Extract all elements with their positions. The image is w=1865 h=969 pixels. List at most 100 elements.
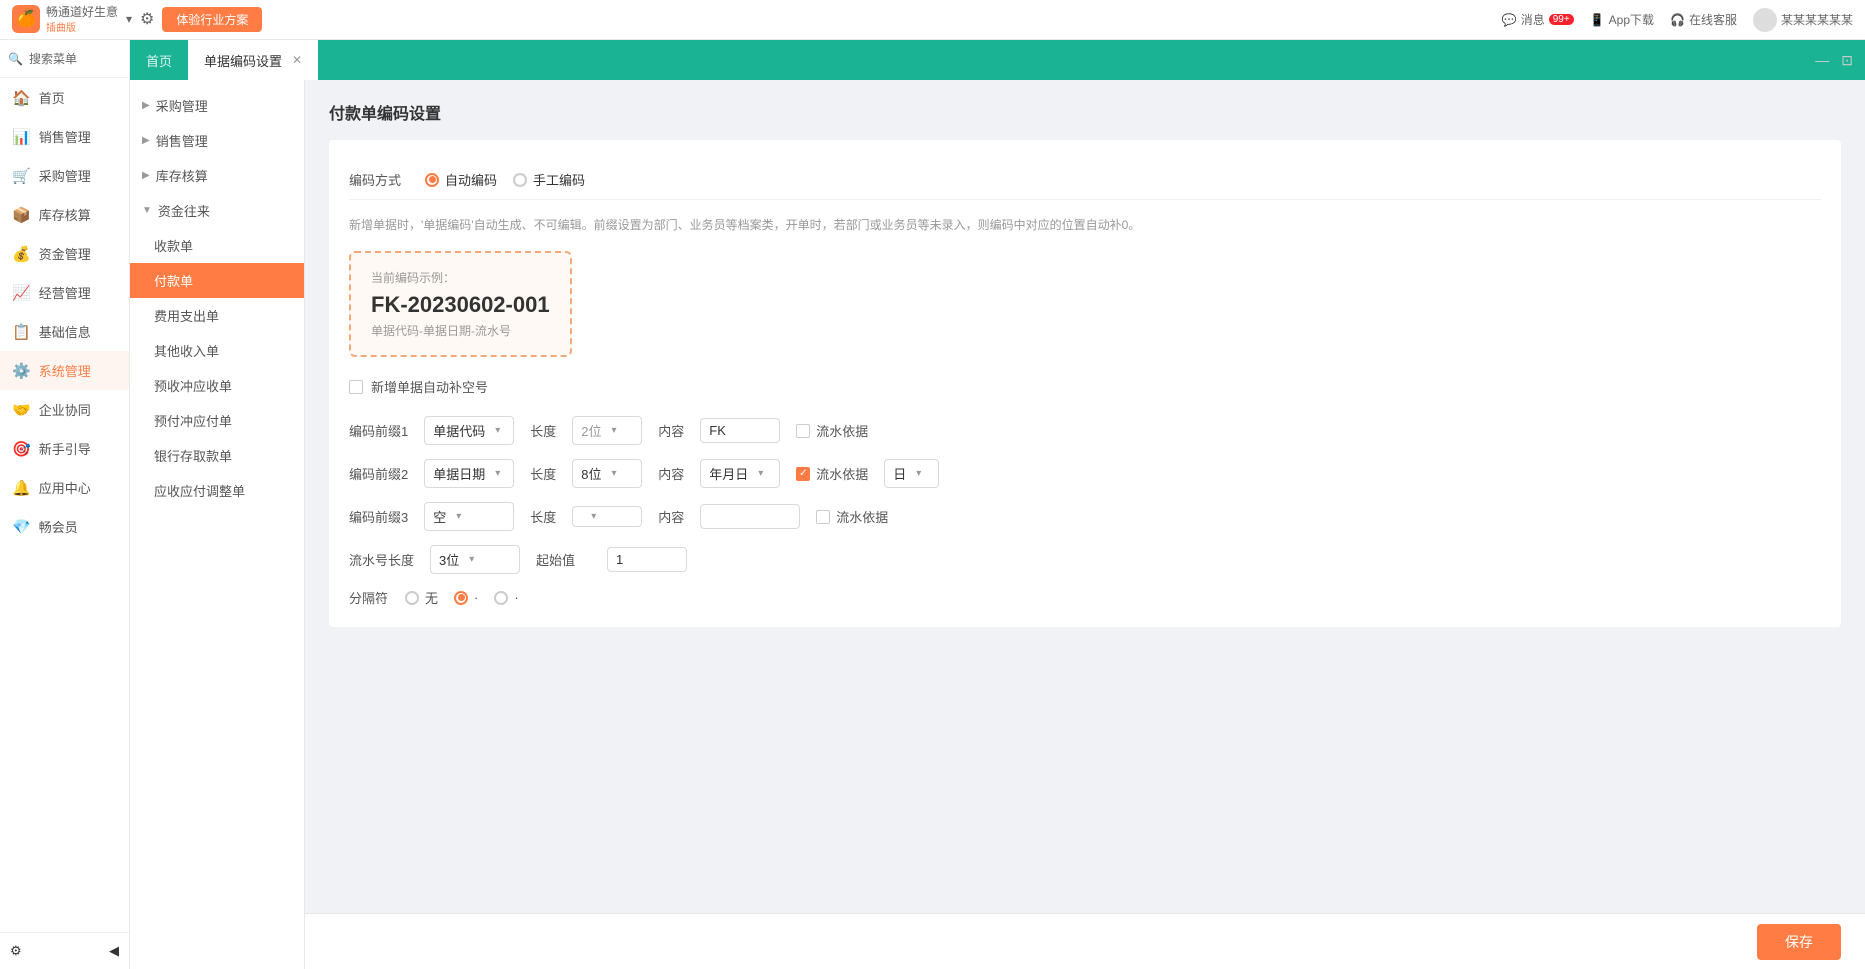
- sidebar-item-enterprise[interactable]: 🤝 企业协同: [0, 390, 129, 429]
- preview-box: 当前编码示例： FK-20230602-001 单据代码-单据日期-流水号: [349, 251, 572, 357]
- settings-bottom-icon[interactable]: ⚙: [10, 943, 22, 959]
- save-button[interactable]: 保存: [1757, 924, 1841, 960]
- start-value-label: 起始值: [536, 550, 591, 569]
- sidebar-item-guide[interactable]: 🎯 新手引导: [0, 429, 129, 468]
- sub-menu-header-stock[interactable]: ▶ 库存核算: [130, 158, 304, 193]
- sidebar-item-home[interactable]: 🏠 首页: [0, 78, 129, 117]
- sidebar-item-system[interactable]: ⚙️ 系统管理: [0, 351, 129, 390]
- waterfall1-checkbox[interactable]: [796, 424, 810, 438]
- length2-select[interactable]: 8位 ▾: [572, 459, 642, 488]
- sub-menu-funds-items: 收款单 付款单 费用支出单 其他收入单 预收冲应收单 预付冲应付单 银行存取款单…: [130, 228, 304, 508]
- sub-menu-item-payment[interactable]: 付款单: [130, 263, 304, 298]
- sidebar-item-label: 销售管理: [39, 127, 91, 146]
- waterfall1-check: 流水依据: [796, 421, 868, 440]
- serial-length-select[interactable]: 3位 ▾: [430, 545, 520, 574]
- sub-menu-header-sales[interactable]: ▶ 销售管理: [130, 123, 304, 158]
- dropdown-icon[interactable]: ▾: [126, 12, 132, 26]
- auto-encode-option[interactable]: 自动编码: [425, 170, 497, 189]
- prefix2-select[interactable]: 单据日期 ▾: [424, 459, 514, 488]
- waterfall3-check: 流水依据: [816, 507, 888, 526]
- sidebar-item-label: 应用中心: [39, 478, 91, 497]
- sub-menu-item-expense[interactable]: 费用支出单: [130, 298, 304, 333]
- prefix1-select[interactable]: 单据代码 ▾: [424, 416, 514, 445]
- sidebar-item-operations[interactable]: 📈 经营管理: [0, 273, 129, 312]
- waterfall2-checkbox[interactable]: ✓: [796, 467, 810, 481]
- sidebar-item-label: 经营管理: [39, 283, 91, 302]
- sep-dash-label: ·: [514, 590, 518, 605]
- sidebar-item-app-center[interactable]: 🔔 应用中心: [0, 468, 129, 507]
- content-wrapper: 首页 单据编码设置 ✕ — ⊡ ▶ 采购管理: [130, 40, 1865, 969]
- manual-encode-radio[interactable]: [513, 173, 527, 187]
- sidebar-item-finance[interactable]: 💰 资金管理: [0, 234, 129, 273]
- tab-close-icon[interactable]: ✕: [292, 53, 302, 67]
- sep-dot-option[interactable]: ·: [454, 590, 478, 605]
- auto-encode-radio[interactable]: [425, 173, 439, 187]
- sub-menu-item-receipt[interactable]: 收款单: [130, 228, 304, 263]
- waterfall2-unit-select[interactable]: 日 ▾: [884, 459, 939, 488]
- preview-desc: 单据代码-单据日期-流水号: [371, 322, 550, 339]
- minimize-icon[interactable]: —: [1815, 52, 1829, 68]
- sub-menu-item-other-income[interactable]: 其他收入单: [130, 333, 304, 368]
- app-center-icon: 🔔: [12, 479, 31, 497]
- sub-menu-header-funds[interactable]: ▼ 资金往来: [130, 193, 304, 228]
- sidebar-item-basic-info[interactable]: 📋 基础信息: [0, 312, 129, 351]
- sidebar-item-inventory[interactable]: 📦 库存核算: [0, 195, 129, 234]
- user-section[interactable]: 某某某某某某: [1753, 8, 1853, 32]
- auto-fill-checkbox[interactable]: [349, 380, 363, 394]
- online-service-btn[interactable]: 🎧 在线客服: [1670, 11, 1737, 28]
- sep-dash-radio[interactable]: [494, 591, 508, 605]
- sidebar-item-membership[interactable]: 💎 畅会员: [0, 507, 129, 546]
- chevron-down-icon: ▾: [758, 468, 763, 479]
- sub-menu-group-stock: ▶ 库存核算: [130, 158, 304, 193]
- trial-button[interactable]: 体验行业方案: [162, 7, 262, 32]
- sep-none-radio[interactable]: [405, 591, 419, 605]
- username: 某某某某某某: [1781, 11, 1853, 28]
- sub-menu-header-purchase[interactable]: ▶ 采购管理: [130, 88, 304, 123]
- sep-none-option[interactable]: 无: [405, 588, 438, 607]
- sep-dash-option[interactable]: ·: [494, 590, 518, 605]
- separator-row: 分隔符 无: [349, 588, 1821, 607]
- manual-encode-label: 手工编码: [533, 170, 585, 189]
- collapse-icon[interactable]: ◀: [109, 943, 119, 959]
- sidebar-item-sales[interactable]: 📊 销售管理: [0, 117, 129, 156]
- start-value-input[interactable]: [607, 547, 687, 572]
- content2-select[interactable]: 年月日 ▾: [700, 459, 780, 488]
- prefix3-select[interactable]: 空 ▾: [424, 502, 514, 531]
- messages-btn[interactable]: 💬 消息 99+: [1502, 11, 1574, 28]
- length1-select[interactable]: 2位 ▾: [572, 416, 642, 445]
- prefix1-row: 编码前缀1 单据代码 ▾ 长度 2位 ▾ 内容: [349, 416, 1821, 445]
- settings-icon[interactable]: ⚙: [140, 9, 154, 29]
- sub-menu-item-adjustment[interactable]: 应收应付调整单: [130, 473, 304, 508]
- app-download-label: App下载: [1609, 11, 1654, 28]
- sub-menu-item-bank[interactable]: 银行存取款单: [130, 438, 304, 473]
- tab-home[interactable]: 首页: [130, 40, 188, 80]
- maximize-icon[interactable]: ⊡: [1841, 52, 1853, 69]
- waterfall3-label: 流水依据: [836, 507, 888, 526]
- app-download-btn[interactable]: 📱 App下载: [1590, 11, 1654, 28]
- home-icon: 🏠: [12, 89, 31, 107]
- content1-input[interactable]: [700, 418, 780, 443]
- prefix2-select-value: 单据日期: [433, 464, 485, 483]
- encode-method-label: 编码方式: [349, 170, 401, 189]
- chevron-down-icon: ▾: [916, 468, 921, 479]
- length2-label: 长度: [530, 464, 556, 483]
- tab-home-label: 首页: [146, 51, 172, 70]
- sidebar-item-purchase[interactable]: 🛒 采购管理: [0, 156, 129, 195]
- sub-menu-item-prepaid-recv[interactable]: 预收冲应收单: [130, 368, 304, 403]
- waterfall1-label: 流水依据: [816, 421, 868, 440]
- content3-input[interactable]: [700, 504, 800, 529]
- prefix3-row: 编码前缀3 空 ▾ 长度 ▾ 内容: [349, 502, 1821, 531]
- brand-icon: 🍊: [16, 9, 36, 29]
- sep-dot-radio[interactable]: [454, 591, 468, 605]
- separator-label: 分隔符: [349, 588, 389, 607]
- separator-options: 无 ·: [405, 588, 519, 607]
- prefix1-label: 编码前缀1: [349, 421, 408, 440]
- waterfall3-checkbox[interactable]: [816, 510, 830, 524]
- sub-menu-item-prepaid-pay[interactable]: 预付冲应付单: [130, 403, 304, 438]
- radio-dot: [429, 176, 436, 183]
- sidebar-search[interactable]: 🔍 搜索菜单: [0, 40, 129, 78]
- chevron-down-icon: ▾: [469, 554, 474, 565]
- length3-select[interactable]: ▾: [572, 506, 642, 527]
- manual-encode-option[interactable]: 手工编码: [513, 170, 585, 189]
- tab-encode-settings[interactable]: 单据编码设置 ✕: [188, 40, 318, 80]
